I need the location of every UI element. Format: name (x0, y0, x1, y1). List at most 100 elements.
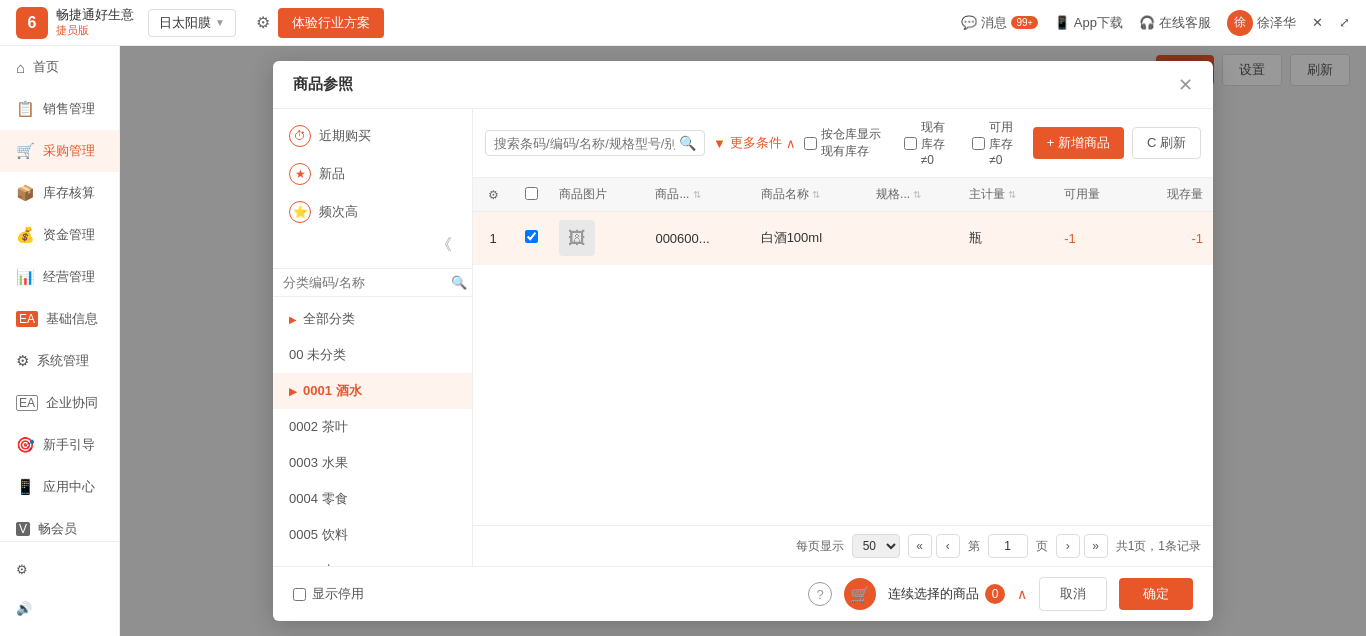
checkbox-stock-nonzero[interactable]: 现有库存≠0 (904, 119, 957, 167)
checkbox-stock-input[interactable] (904, 137, 917, 150)
page-number-input[interactable] (988, 534, 1028, 558)
all-arrow-icon: ▶ (289, 314, 297, 325)
collapse-panel-button[interactable]: 《 (428, 232, 460, 257)
th-code[interactable]: 商品... ⇅ (645, 178, 750, 212)
name-sort-icon: ⇅ (812, 189, 820, 200)
category-item-00[interactable]: 00 未分类 (273, 337, 472, 373)
online-service-item[interactable]: 🎧 在线客服 (1139, 14, 1211, 32)
th-settings[interactable]: ⚙ (473, 178, 513, 212)
footer-right: ? 🛒 连续选择的商品 0 ∧ 取消 确定 (808, 577, 1193, 611)
category-item-0008[interactable]: 0008 水 (273, 553, 472, 566)
sidebar-settings[interactable]: ⚙ (0, 550, 119, 589)
last-page-button[interactable]: » (1084, 534, 1108, 558)
th-name[interactable]: 商品名称 ⇅ (751, 178, 866, 212)
modal-overlay: 商品参照 ✕ ⏱ 近期购买 ★ 新 (120, 46, 1366, 636)
shortcut-frequent[interactable]: ⭐ 频次高 (273, 193, 472, 231)
per-page-select[interactable]: 50 (852, 534, 900, 558)
row-checkbox[interactable] (513, 212, 549, 265)
settings-button[interactable]: ⚙ (248, 9, 278, 36)
category-all-label: 全部分类 (303, 310, 355, 328)
branch-selector[interactable]: 日太阳膜 ▼ (148, 9, 236, 37)
category-item-0004[interactable]: 0004 零食 (273, 481, 472, 517)
category-0002-label: 0002 茶叶 (289, 418, 348, 436)
close-window[interactable]: ✕ (1312, 15, 1323, 30)
cancel-button[interactable]: 取消 (1039, 577, 1107, 611)
selected-count-badge: 0 (985, 584, 1005, 604)
logo-icon: 6 (16, 7, 48, 39)
sidebar-label-home: 首页 (33, 58, 59, 76)
prev-page-button[interactable]: ‹ (936, 534, 960, 558)
row-select-checkbox[interactable] (525, 230, 538, 243)
modal-title: 商品参照 (293, 75, 353, 94)
sidebar-label-member: 畅会员 (38, 520, 77, 538)
sidebar-item-apps[interactable]: 📱 应用中心 (0, 466, 119, 508)
refresh-button[interactable]: C 刷新 (1132, 127, 1201, 159)
product-image: 🖼 (559, 220, 595, 256)
sidebar-volume[interactable]: 🔊 (0, 589, 119, 628)
volume-icon: 🔊 (16, 601, 32, 616)
shortcut-recent-label: 近期购买 (319, 127, 371, 145)
shortcut-recent[interactable]: ⏱ 近期购买 (273, 117, 472, 155)
th-spec[interactable]: 规格... ⇅ (866, 178, 959, 212)
more-filter-button[interactable]: ▼ 更多条件 ∧ (713, 134, 796, 152)
sidebar-item-sales[interactable]: 📋 销售管理 (0, 88, 119, 130)
sidebar-label-purchase: 采购管理 (43, 142, 95, 160)
shortcut-new[interactable]: ★ 新品 (273, 155, 472, 193)
expand-window[interactable]: ⤢ (1339, 15, 1350, 30)
product-search-input[interactable] (494, 136, 675, 151)
user-item[interactable]: 徐 徐泽华 (1227, 10, 1296, 36)
modal-close-button[interactable]: ✕ (1178, 76, 1193, 94)
sidebar-item-inventory[interactable]: 📦 库存核算 (0, 172, 119, 214)
sidebar-item-system[interactable]: ⚙ 系统管理 (0, 340, 119, 382)
footer-collapse-icon[interactable]: ∧ (1017, 586, 1027, 602)
sidebar-label-apps: 应用中心 (43, 478, 95, 496)
category-search-input[interactable] (283, 275, 451, 290)
display-disabled-checkbox[interactable]: 显示停用 (293, 585, 364, 603)
help-button[interactable]: ? (808, 582, 832, 606)
user-name: 徐泽华 (1257, 14, 1296, 32)
modal-header: 商品参照 ✕ (273, 61, 1213, 109)
page-word: 第 (964, 538, 984, 555)
display-disabled-label: 显示停用 (312, 585, 364, 603)
category-item-all[interactable]: ▶ 全部分类 (273, 301, 472, 337)
operations-icon: 📊 (16, 268, 35, 286)
th-available: 可用量 (1054, 178, 1133, 212)
cart-button[interactable]: 🛒 (844, 578, 876, 610)
checkbox-by-warehouse[interactable]: 按仓库显示现有库存 (804, 126, 888, 160)
category-0004-label: 0004 零食 (289, 490, 348, 508)
product-search-icon[interactable]: 🔍 (679, 135, 696, 151)
messages-nav-item[interactable]: 💬 消息 99+ (961, 14, 1037, 32)
sidebar-item-basics[interactable]: EA 基础信息 (0, 298, 119, 340)
per-page-label: 每页显示 (796, 538, 844, 555)
sidebar-item-guide[interactable]: 🎯 新手引导 (0, 424, 119, 466)
sidebar-label-sales: 销售管理 (43, 100, 95, 118)
table-row[interactable]: 1 🖼 000600... 白酒100ml (473, 212, 1213, 265)
select-all-checkbox[interactable] (525, 187, 538, 200)
filter-checkboxes: 按仓库显示现有库存 现有库存≠0 可用库存≠0 (804, 119, 1025, 167)
sidebar-item-purchase[interactable]: 🛒 采购管理 (0, 130, 119, 172)
category-item-0001[interactable]: ▶ 0001 酒水 (273, 373, 472, 409)
category-item-0002[interactable]: 0002 茶叶 (273, 409, 472, 445)
checkbox-warehouse-input[interactable] (804, 137, 817, 150)
next-page-button[interactable]: › (1056, 534, 1080, 558)
app-download-item[interactable]: 📱 App下载 (1054, 14, 1123, 32)
add-product-button[interactable]: + 新增商品 (1033, 127, 1124, 159)
disabled-checkbox-input[interactable] (293, 588, 306, 601)
checkbox-available-nonzero[interactable]: 可用库存≠0 (972, 119, 1025, 167)
category-search-icon[interactable]: 🔍 (451, 275, 467, 290)
first-page-button[interactable]: « (908, 534, 932, 558)
experience-button[interactable]: 体验行业方案 (278, 8, 384, 38)
top-nav: 6 畅捷通好生意 捷员版 日太阳膜 ▼ ⚙ 体验行业方案 💬 消息 99+ 📱 … (0, 0, 1366, 46)
category-item-0005[interactable]: 0005 饮料 (273, 517, 472, 553)
checkbox-available-input[interactable] (972, 137, 985, 150)
th-unit[interactable]: 主计量 ⇅ (959, 178, 1054, 212)
product-table: ⚙ 商品图片 商品... ⇅ (473, 178, 1213, 265)
sidebar-item-member[interactable]: V 畅会员 (0, 508, 119, 541)
sidebar-item-finance[interactable]: 💰 资金管理 (0, 214, 119, 256)
sidebar-item-operations[interactable]: 📊 经营管理 (0, 256, 119, 298)
confirm-button[interactable]: 确定 (1119, 578, 1193, 610)
sidebar-item-home[interactable]: ⌂ 首页 (0, 46, 119, 88)
category-item-0003[interactable]: 0003 水果 (273, 445, 472, 481)
sidebar-item-enterprise[interactable]: EA 企业协同 (0, 382, 119, 424)
continuous-select-info: 连续选择的商品 0 (888, 584, 1005, 604)
